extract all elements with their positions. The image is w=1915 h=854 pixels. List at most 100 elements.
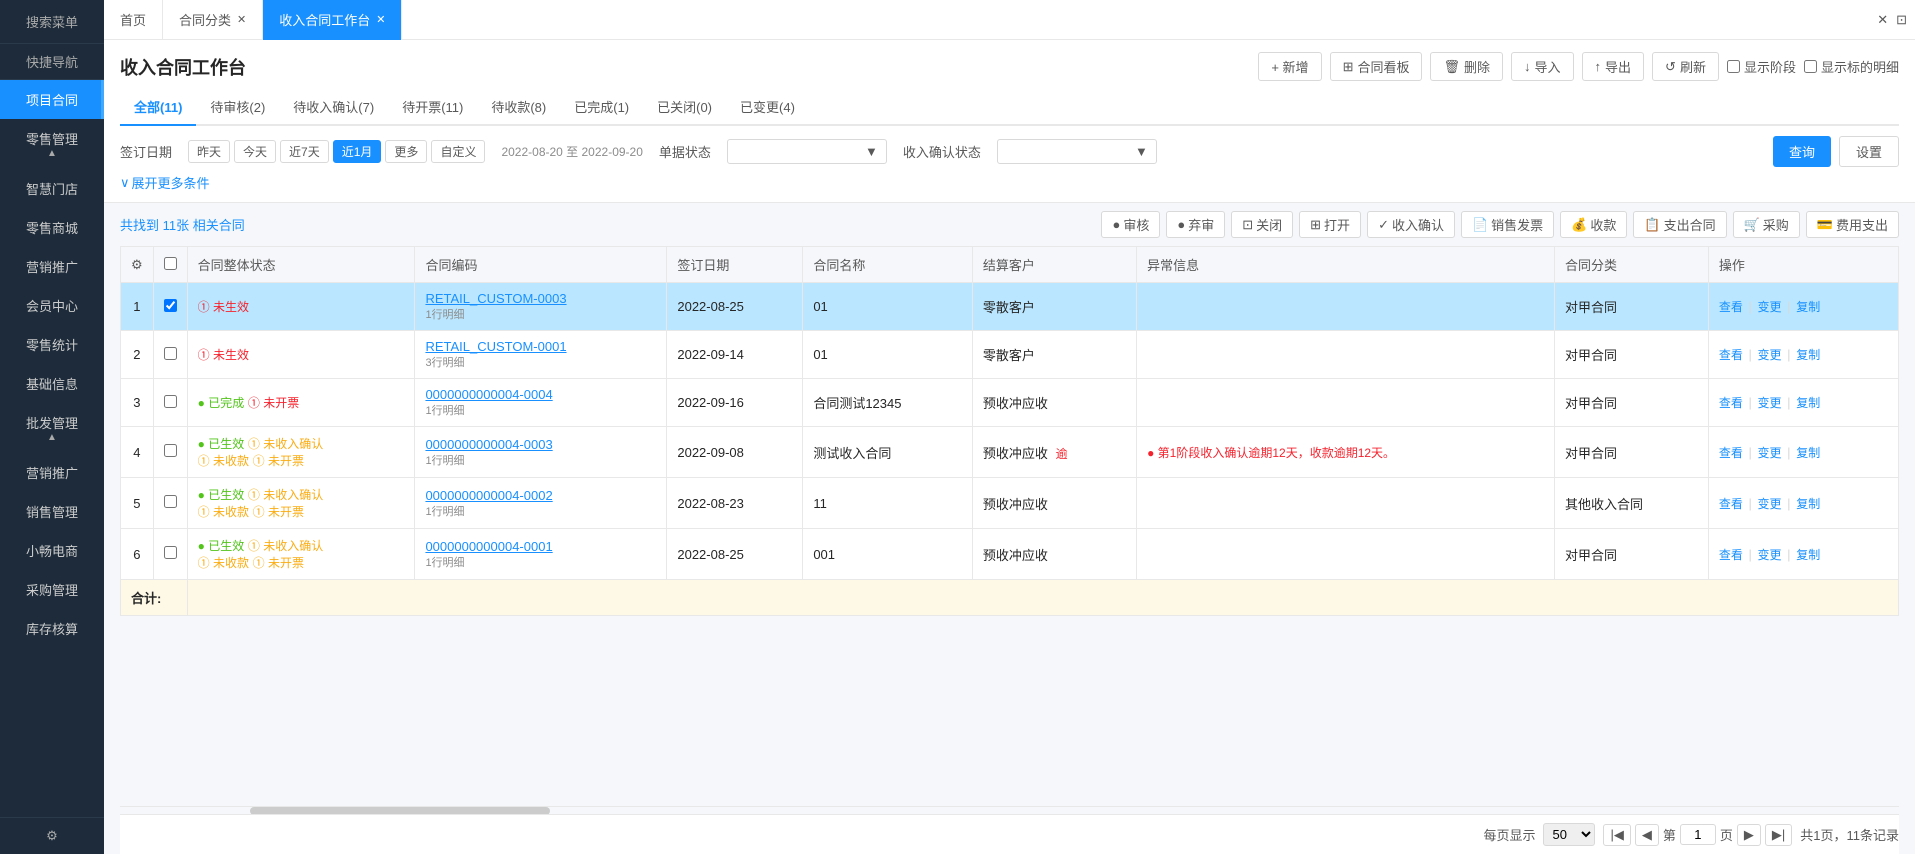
view-button[interactable]: 查看 — [1719, 548, 1743, 562]
settings-button[interactable]: 设置 — [1839, 136, 1899, 167]
edit-button[interactable]: 变更 — [1758, 300, 1782, 314]
sidebar-item-project[interactable]: 项目合同 — [0, 80, 104, 119]
page-size-select[interactable]: 10 20 50 100 — [1543, 823, 1595, 846]
contract-code-link[interactable]: 0000000000004-0001 — [425, 539, 656, 554]
row-1-checkbox[interactable] — [164, 299, 177, 312]
open-button[interactable]: ⊞ 打开 — [1299, 211, 1361, 238]
query-button[interactable]: 查询 — [1773, 136, 1831, 167]
horizontal-scrollbar[interactable] — [120, 806, 1899, 814]
date-btn-month1[interactable]: 近1月 — [333, 140, 382, 163]
edit-button[interactable]: 变更 — [1758, 348, 1782, 362]
expense-button[interactable]: 💳 费用支出 — [1806, 211, 1899, 238]
view-button[interactable]: 查看 — [1719, 396, 1743, 410]
contract-code-link[interactable]: 0000000000004-0002 — [425, 488, 656, 503]
copy-button[interactable]: 复制 — [1796, 396, 1820, 410]
row-5-checkbox[interactable] — [164, 495, 177, 508]
sidebar-item-smart-store[interactable]: 智慧门店 — [0, 169, 104, 208]
sub-tab-pending-review[interactable]: 待审核(2) — [196, 89, 279, 126]
doc-status-select[interactable]: ▼ — [727, 139, 887, 164]
sub-tab-pending-confirm[interactable]: 待收入确认(7) — [279, 89, 388, 126]
row-6-checkbox[interactable] — [164, 546, 177, 559]
sub-tab-closed[interactable]: 已关闭(0) — [643, 89, 726, 126]
contract-code-link[interactable]: RETAIL_CUSTOM-0001 — [425, 339, 656, 354]
page-prev-button[interactable]: ◀ — [1635, 824, 1659, 846]
sub-tab-completed[interactable]: 已完成(1) — [560, 89, 643, 126]
tab-home[interactable]: 首页 — [104, 0, 163, 40]
payment-button[interactable]: 💰 收款 — [1560, 211, 1627, 238]
sidebar-item-member[interactable]: 会员中心 — [0, 286, 104, 325]
tab-income-contract-close[interactable]: ✕ — [376, 13, 385, 26]
edit-button[interactable]: 变更 — [1758, 396, 1782, 410]
copy-button[interactable]: 复制 — [1796, 300, 1820, 314]
show-marks-label[interactable]: 显示标的明细 — [1804, 57, 1899, 76]
th-settings[interactable]: ⚙ — [121, 247, 154, 283]
sidebar-item-marketing2[interactable]: 营销推广 — [0, 453, 104, 492]
row-checkbox[interactable] — [153, 331, 187, 379]
row-checkbox[interactable] — [153, 529, 187, 580]
sidebar-item-xiaochangec[interactable]: 小畅电商 — [0, 531, 104, 570]
view-button[interactable]: 查看 — [1719, 497, 1743, 511]
page-last-button[interactable]: ▶| — [1765, 824, 1792, 846]
sub-tab-pending-payment[interactable]: 待收款(8) — [477, 89, 560, 126]
date-btn-yesterday[interactable]: 昨天 — [188, 140, 230, 163]
row-checkbox[interactable] — [153, 478, 187, 529]
tab-contract-cat-close[interactable]: ✕ — [237, 13, 246, 26]
show-stages-checkbox[interactable] — [1727, 60, 1740, 73]
tab-income-contract[interactable]: 收入合同工作台 ✕ — [263, 0, 402, 40]
delete-button[interactable]: 🗑 删除 — [1430, 52, 1503, 81]
review-button[interactable]: ● 审核 — [1101, 211, 1160, 238]
sidebar-item-base-info[interactable]: 基础信息 — [0, 364, 104, 403]
sidebar-item-sales[interactable]: 销售管理 — [0, 492, 104, 531]
view-button[interactable]: 查看 — [1719, 300, 1743, 314]
income-confirm-select[interactable]: ▼ — [997, 139, 1157, 164]
sidebar-item-retail-stats[interactable]: 零售统计 — [0, 325, 104, 364]
window-restore-icon[interactable]: ⊡ — [1896, 12, 1907, 28]
select-all-checkbox[interactable] — [164, 257, 177, 270]
copy-button[interactable]: 复制 — [1796, 446, 1820, 460]
contract-board-button[interactable]: ⊞ 合同看板 — [1330, 52, 1423, 81]
copy-button[interactable]: 复制 — [1796, 497, 1820, 511]
row-2-checkbox[interactable] — [164, 347, 177, 360]
close-contract-button[interactable]: ⊡ 关闭 — [1231, 211, 1293, 238]
export-button[interactable]: ↑ 导出 — [1582, 52, 1645, 81]
contract-code-link[interactable]: RETAIL_CUSTOM-0003 — [425, 291, 656, 306]
date-btn-more[interactable]: 更多 — [385, 140, 427, 163]
sub-tab-pending-invoice[interactable]: 待开票(11) — [388, 89, 477, 126]
sidebar-item-inventory[interactable]: 库存核算 — [0, 609, 104, 648]
income-confirm-button[interactable]: ✓ 收入确认 — [1367, 211, 1455, 238]
page-first-button[interactable]: |◀ — [1603, 824, 1630, 846]
contract-code-link[interactable]: 0000000000004-0003 — [425, 437, 656, 452]
row-checkbox[interactable] — [153, 379, 187, 427]
edit-button[interactable]: 变更 — [1758, 446, 1782, 460]
refresh-button[interactable]: ↺ 刷新 — [1652, 52, 1719, 81]
edit-button[interactable]: 变更 — [1758, 548, 1782, 562]
sales-invoice-button[interactable]: 📄 销售发票 — [1461, 211, 1554, 238]
view-button[interactable]: 查看 — [1719, 446, 1743, 460]
table-scroll[interactable]: ⚙ 合同整体状态 合同编码 签订日期 合同名称 结算客户 异常信息 合同分类 操… — [120, 246, 1899, 806]
sub-tab-changed[interactable]: 已变更(4) — [726, 89, 809, 126]
show-marks-checkbox[interactable] — [1804, 60, 1817, 73]
date-btn-week7[interactable]: 近7天 — [280, 140, 329, 163]
row-checkbox[interactable] — [153, 427, 187, 478]
copy-button[interactable]: 复制 — [1796, 348, 1820, 362]
sub-tab-all[interactable]: 全部(11) — [120, 89, 196, 126]
page-number-input[interactable] — [1680, 824, 1716, 845]
tab-contract-cat[interactable]: 合同分类 ✕ — [163, 0, 263, 40]
date-btn-custom[interactable]: 自定义 — [431, 140, 485, 163]
abandon-button[interactable]: ● 弃审 — [1166, 211, 1225, 238]
row-checkbox[interactable] — [153, 283, 187, 331]
new-button[interactable]: + 新增 — [1258, 52, 1321, 81]
import-button[interactable]: ↓ 导入 — [1511, 52, 1574, 81]
sidebar-item-retail[interactable]: 零售管理 ▲ — [0, 119, 104, 169]
purchase-button[interactable]: 🛒 采购 — [1733, 211, 1800, 238]
show-stages-label[interactable]: 显示阶段 — [1727, 57, 1796, 76]
edit-button[interactable]: 变更 — [1758, 497, 1782, 511]
date-btn-today[interactable]: 今天 — [234, 140, 276, 163]
sidebar-quicknav[interactable]: 快捷导航 — [0, 44, 104, 80]
expand-more-button[interactable]: ∨ 展开更多条件 — [120, 173, 1899, 192]
page-next-button[interactable]: ▶ — [1737, 824, 1761, 846]
sidebar-item-purchase[interactable]: 采购管理 — [0, 570, 104, 609]
sidebar-item-wholesale[interactable]: 批发管理 ▲ — [0, 403, 104, 453]
sidebar-settings[interactable]: ⚙ — [0, 817, 104, 854]
sidebar-item-retail-mall[interactable]: 零售商城 — [0, 208, 104, 247]
